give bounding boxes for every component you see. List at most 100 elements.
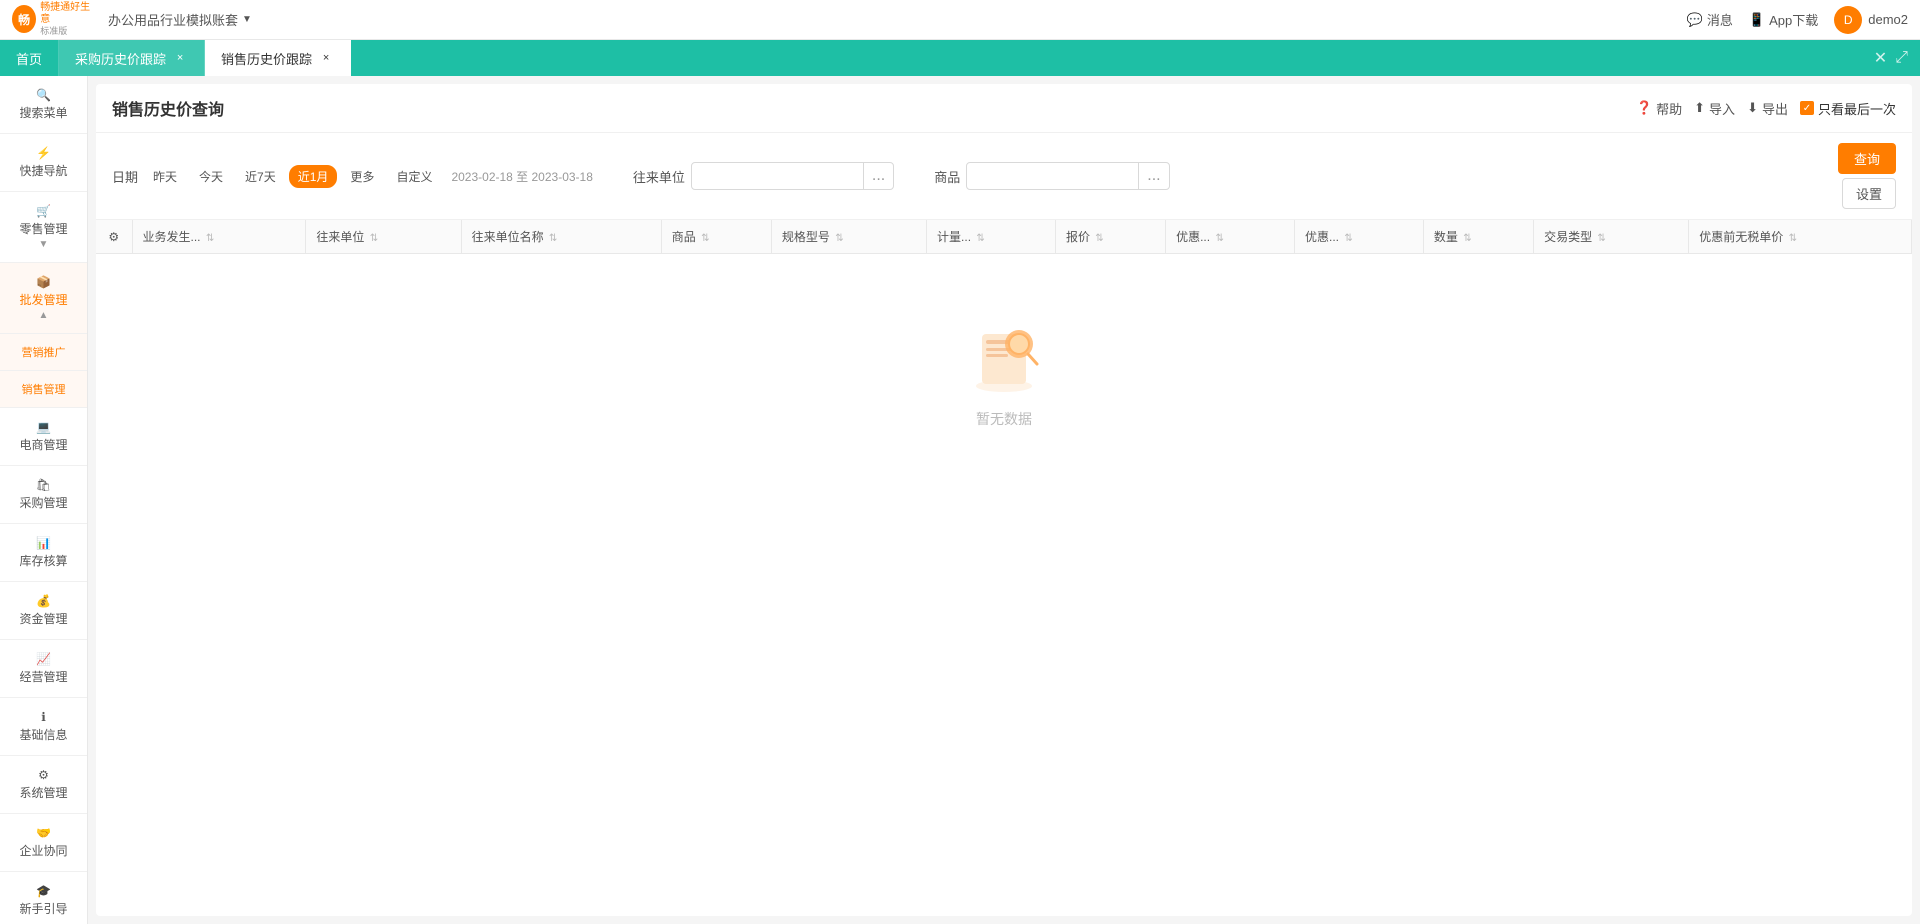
empty-text: 暂无数据 (976, 409, 1032, 429)
sidebar-item-enterprise[interactable]: 🤝 企业协同 (0, 814, 87, 872)
tab-sales-history[interactable]: 销售历史价跟踪 × (205, 40, 351, 76)
tab-home[interactable]: 首页 (0, 40, 59, 76)
filter-area: 日期 昨天 今天 近7天 近1月 更多 自定义 2023-02-18 至 202… (96, 133, 1912, 220)
table-head: ⚙ 业务发生... ⇅ 往来单位 ⇅ 往来单位名称 (96, 220, 1912, 254)
date-label: 日期 (112, 167, 138, 186)
sidebar-item-guide[interactable]: 🎓 新手引导 (0, 872, 87, 924)
export-btn[interactable]: ⬇ 导出 (1747, 99, 1788, 118)
message-icon: 💬 (1687, 12, 1703, 28)
user-btn[interactable]: D demo2 (1834, 6, 1908, 34)
sort-arrows-discount1: ⇅ (1215, 233, 1223, 244)
date-btn-custom[interactable]: 自定义 (387, 165, 441, 188)
goods-input-wrap: ... (966, 162, 1169, 190)
col-discount1[interactable]: 优惠... ⇅ (1166, 220, 1295, 254)
sidebar-item-system[interactable]: ⚙ 系统管理 (0, 756, 87, 814)
date-range-text: 2023-02-18 至 2023-03-18 (451, 168, 592, 185)
sort-arrows-discount2: ⇅ (1344, 233, 1352, 244)
goods-label: 商品 (934, 167, 960, 186)
import-icon: ⬆ (1694, 100, 1705, 116)
goods-dots-btn[interactable]: ... (1138, 163, 1168, 189)
app-download-btn[interactable]: 📱 App下载 (1749, 10, 1818, 29)
help-btn[interactable]: ❓ 帮助 (1636, 99, 1682, 118)
col-biz-date[interactable]: 业务发生... ⇅ (132, 220, 306, 254)
export-icon: ⬇ (1747, 100, 1758, 116)
last-once-checkbox[interactable]: 只看最后一次 (1800, 99, 1896, 118)
close-all-tabs-btn[interactable]: ✕ (1874, 48, 1887, 68)
sort-arrows-partner-name: ⇅ (549, 233, 557, 244)
empty-state: 暂无数据 (96, 254, 1912, 489)
sidebar: 🔍 搜索菜单 ⚡ 快捷导航 🛒 零售管理 ▼ 📦 批发管理 ▲ 营销推广 销售管… (0, 76, 88, 924)
retail-arrow-icon: ▼ (39, 239, 49, 250)
top-bar-right: 💬 消息 📱 App下载 D demo2 (1687, 6, 1908, 34)
col-spec[interactable]: 规格型号 ⇅ (771, 220, 926, 254)
nav-icon: ⚡ (36, 146, 51, 160)
date-btn-yesterday[interactable]: 昨天 (144, 165, 186, 188)
sidebar-item-inventory[interactable]: 📊 库存核算 (0, 524, 87, 582)
purchase-icon: 🛍 (36, 478, 51, 492)
enterprise-icon: 🤝 (36, 826, 51, 840)
col-pretax-price[interactable]: 优惠前无税单价 ⇅ (1689, 220, 1912, 254)
sidebar-item-purchase[interactable]: 🛍 采购管理 (0, 466, 87, 524)
col-discount2[interactable]: 优惠... ⇅ (1295, 220, 1424, 254)
sidebar-item-ecom[interactable]: 💻 电商管理 (0, 408, 87, 466)
basic-icon: ℹ (41, 710, 46, 724)
col-trade-type[interactable]: 交易类型 ⇅ (1534, 220, 1689, 254)
tab-purchase-history[interactable]: 采购历史价跟踪 × (59, 40, 205, 76)
page-header: 销售历史价查询 ❓ 帮助 ⬆ 导入 ⬇ 导出 (96, 84, 1912, 133)
sidebar-item-finance[interactable]: 💰 资金管理 (0, 582, 87, 640)
inventory-icon: 📊 (36, 536, 51, 550)
sidebar-item-wholesale[interactable]: 📦 批发管理 ▲ (0, 263, 87, 334)
sidebar-item-operation[interactable]: 📈 经营管理 (0, 640, 87, 698)
sort-arrows-spec: ⇅ (835, 233, 843, 244)
sort-arrows-unit: ⇅ (976, 233, 984, 244)
date-btns: 昨天 今天 近7天 近1月 更多 自定义 (144, 165, 441, 188)
search-icon: 🔍 (36, 88, 51, 102)
col-partner-name[interactable]: 往来单位名称 ⇅ (461, 220, 661, 254)
unit-label: 往来单位 (633, 167, 685, 186)
date-btn-more[interactable]: 更多 (341, 165, 383, 188)
sales-tab-close[interactable]: × (318, 50, 334, 66)
sidebar-item-search-menu[interactable]: 🔍 搜索菜单 (0, 76, 87, 134)
logo-icon: 畅 (12, 5, 36, 33)
col-qty[interactable]: 数量 ⇅ (1423, 220, 1533, 254)
import-btn[interactable]: ⬆ 导入 (1694, 99, 1735, 118)
sort-arrows-goods: ⇅ (701, 233, 709, 244)
message-btn[interactable]: 💬 消息 (1687, 10, 1733, 29)
sidebar-item-basic[interactable]: ℹ 基础信息 (0, 698, 87, 756)
workspace-selector[interactable]: 办公用品行业模拟账套 ▼ (100, 6, 260, 33)
wholesale-icon: 📦 (36, 275, 51, 289)
date-filter-group: 日期 昨天 今天 近7天 近1月 更多 自定义 2023-02-18 至 202… (112, 165, 593, 188)
table-wrap: ⚙ 业务发生... ⇅ 往来单位 ⇅ 往来单位名称 (96, 220, 1912, 916)
unit-dots-btn[interactable]: ... (863, 163, 893, 189)
date-btn-today[interactable]: 今天 (190, 165, 232, 188)
col-unit[interactable]: 计量... ⇅ (927, 220, 1056, 254)
retail-icon: 🛒 (36, 204, 51, 218)
purchase-tab-close[interactable]: × (172, 50, 188, 66)
main-layout: 🔍 搜索菜单 ⚡ 快捷导航 🛒 零售管理 ▼ 📦 批发管理 ▲ 营销推广 销售管… (0, 76, 1920, 924)
table-header-row: ⚙ 业务发生... ⇅ 往来单位 ⇅ 往来单位名称 (96, 220, 1912, 254)
search-btn[interactable]: 查询 (1838, 143, 1896, 174)
sort-arrows-quote: ⇅ (1095, 233, 1103, 244)
sidebar-item-marketing[interactable]: 营销推广 (0, 334, 87, 371)
unit-filter-group: 往来单位 ... (633, 162, 894, 190)
home-tab-label: 首页 (16, 49, 42, 68)
date-btn-1month[interactable]: 近1月 (289, 165, 338, 188)
col-goods[interactable]: 商品 ⇅ (661, 220, 771, 254)
sidebar-item-sales-mgmt[interactable]: 销售管理 (0, 371, 87, 408)
phone-icon: 📱 (1749, 12, 1765, 28)
purchase-tab-label: 采购历史价跟踪 (75, 49, 166, 68)
logo-area: 畅 畅捷通好生意 标准版 (12, 2, 92, 37)
col-gear[interactable]: ⚙ (96, 220, 132, 254)
sidebar-item-quick-nav[interactable]: ⚡ 快捷导航 (0, 134, 87, 192)
page-title: 销售历史价查询 (112, 96, 224, 120)
unit-input[interactable] (692, 169, 863, 183)
col-partner-code[interactable]: 往来单位 ⇅ (306, 220, 461, 254)
sidebar-item-retail[interactable]: 🛒 零售管理 ▼ (0, 192, 87, 263)
date-btn-7days[interactable]: 近7天 (236, 165, 285, 188)
avatar: D (1834, 6, 1862, 34)
goods-input[interactable] (967, 169, 1138, 183)
col-quote[interactable]: 报价 ⇅ (1055, 220, 1165, 254)
settings-btn[interactable]: 设置 (1842, 178, 1896, 209)
maximize-btn[interactable]: ⤢ (1895, 49, 1908, 67)
sort-arrows-pretax-price: ⇅ (1789, 233, 1797, 244)
